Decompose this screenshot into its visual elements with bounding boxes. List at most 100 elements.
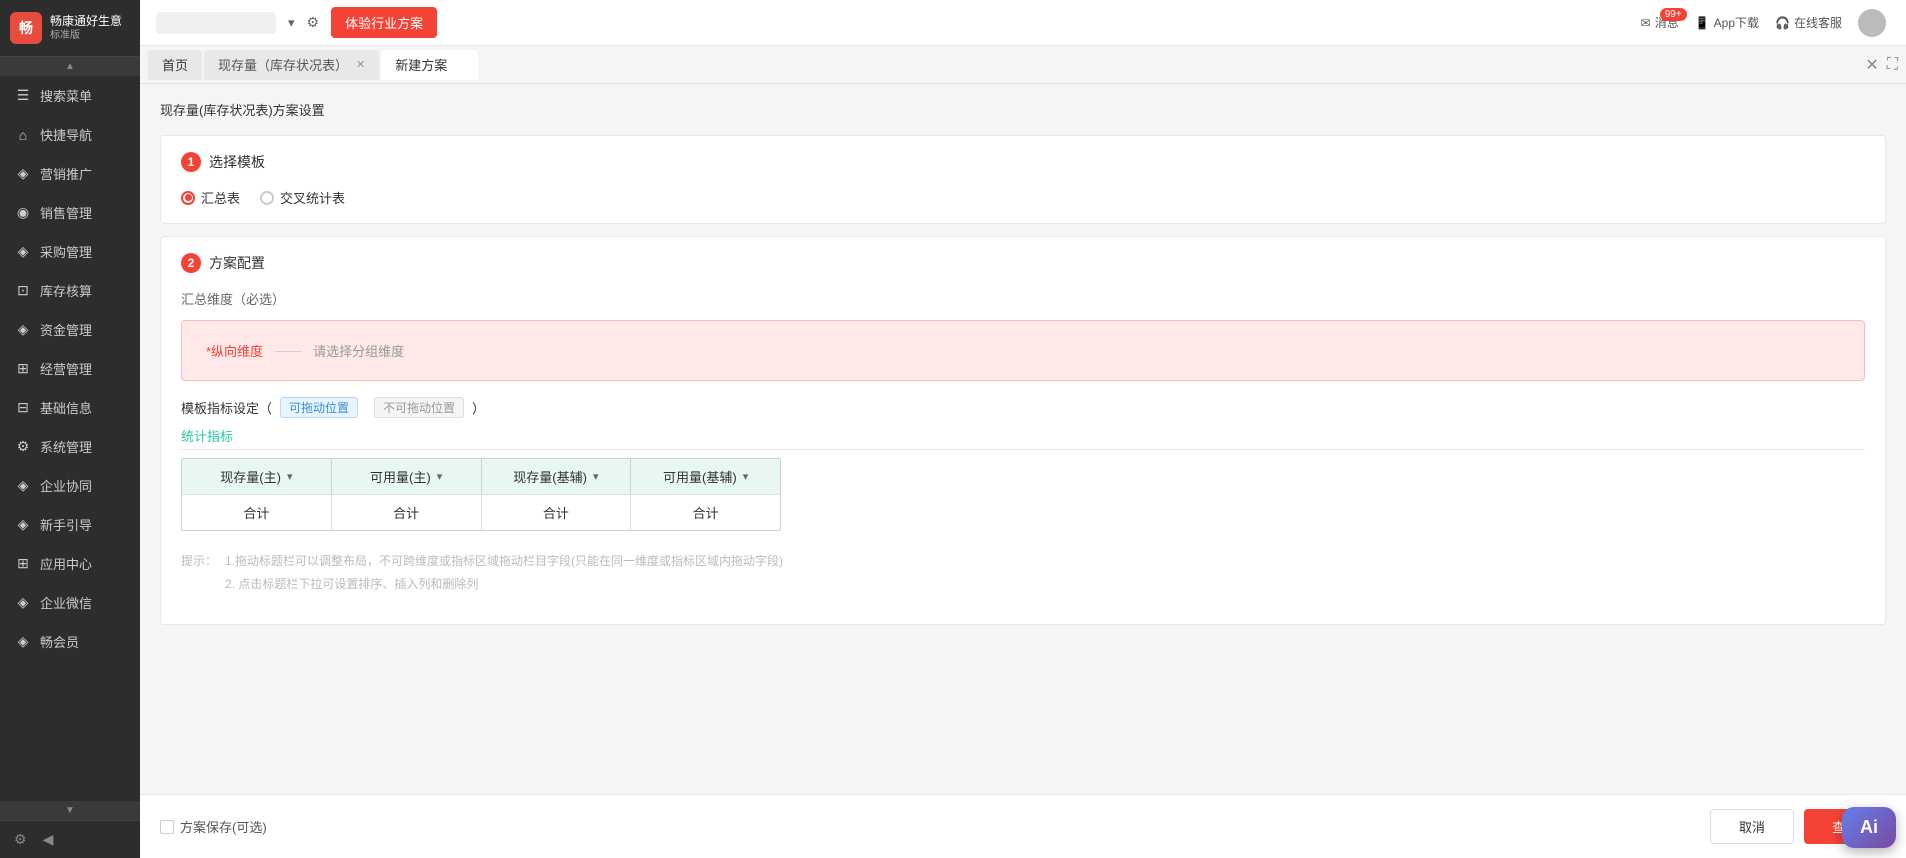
tab-new-plan[interactable]: 新建方案 ✕ <box>381 50 478 80</box>
sidebar-item-basic-info[interactable]: ⊟ 基础信息 <box>0 388 140 427</box>
col-chevron-0[interactable]: ▾ <box>287 470 293 483</box>
cta-button[interactable]: 体验行业方案 <box>331 7 437 38</box>
topbar-dropdown-icon[interactable]: ▾ <box>288 15 295 31</box>
sidebar-item-cooperation[interactable]: ◈ 企业协同 <box>0 466 140 505</box>
user-avatar <box>1858 9 1886 37</box>
sidebar-item-purchase[interactable]: ◈ 采购管理 <box>0 232 140 271</box>
col-name-0: 现存量(主) <box>220 467 281 486</box>
indicator-settings: 模板指标设定（ 可拖动位置 不可拖动位置 ） <box>181 397 1865 418</box>
audio-bottom-icon[interactable]: ◀ <box>43 831 54 848</box>
tab-close-all-icon[interactable]: ✕ <box>1865 55 1878 75</box>
system-icon: ⚙ <box>14 438 32 455</box>
col-header-3[interactable]: 可用量(基辅) ▾ <box>631 459 780 494</box>
cancel-button[interactable]: 取消 <box>1710 809 1794 844</box>
radio-summary-label: 汇总表 <box>201 188 240 207</box>
table-header-row: 现存量(主) ▾ 可用量(主) ▾ 现存量(基辅) ▾ 可用量(基辅) <box>182 459 780 494</box>
tab-new-close[interactable]: ✕ <box>455 58 464 71</box>
sidebar-item-inventory[interactable]: ⊡ 库存核算 <box>0 271 140 310</box>
draggable-badge: 可拖动位置 <box>280 397 358 418</box>
messages-button[interactable]: ✉ 消息 99+ <box>1641 14 1679 31</box>
tip-text-1: 2. 点击标题栏下拉可设置排序、插入列和删除列 <box>225 575 478 592</box>
col-chevron-3[interactable]: ▾ <box>743 470 749 483</box>
radio-cross-circle <box>260 191 274 205</box>
app-center-icon: ⊞ <box>14 555 32 572</box>
sales-icon: ◉ <box>14 204 32 221</box>
col-header-0[interactable]: 现存量(主) ▾ <box>182 459 332 494</box>
sidebar-item-label: 营销推广 <box>40 164 92 183</box>
sidebar-scroll-up[interactable]: ▲ <box>0 57 140 76</box>
tab-expand-icon[interactable]: ⛶ <box>1887 56 1898 74</box>
settings-bottom-icon[interactable]: ⚙ <box>14 831 27 848</box>
messages-badge: 99+ <box>1660 8 1687 21</box>
topbar-right: ✉ 消息 99+ 📱 App下载 🎧 在线客服 <box>1641 9 1890 37</box>
content-area: 现存量(库存状况表)方案设置 1 选择模板 汇总表 交叉统计表 2 <box>140 84 1906 794</box>
col-name-3: 可用量(基辅) <box>663 467 737 486</box>
tab-inventory[interactable]: 现存量（库存状况表） ✕ <box>204 50 379 80</box>
sidebar-item-member[interactable]: ◈ 畅会员 <box>0 622 140 661</box>
template-radio-group: 汇总表 交叉统计表 <box>181 188 1865 207</box>
page-title: 现存量(库存状况表)方案设置 <box>160 100 1886 119</box>
app-download-button[interactable]: 📱 App下载 <box>1695 14 1759 31</box>
sidebar-item-label: 资金管理 <box>40 320 92 339</box>
topbar-gear-icon[interactable]: ⚙ <box>307 14 320 31</box>
tab-home[interactable]: 首页 <box>148 50 202 80</box>
sidebar-bottom: ⚙ ◀ <box>0 820 140 858</box>
sidebar-item-label: 新手引导 <box>40 515 92 534</box>
sidebar-item-label: 搜索菜单 <box>40 86 92 105</box>
save-checkbox[interactable]: 方案保存(可选) <box>160 817 267 836</box>
col-header-1[interactable]: 可用量(主) ▾ <box>332 459 482 494</box>
tip-item-0: 提示： 1.拖动标题栏可以调整布局，不可跨维度或指标区域拖动栏目字段(只能在同一… <box>181 552 1865 569</box>
sidebar-item-marketing[interactable]: ◈ 营销推广 <box>0 154 140 193</box>
sidebar-item-app-center[interactable]: ⊞ 应用中心 <box>0 544 140 583</box>
sidebar-item-guide[interactable]: ◈ 新手引导 <box>0 505 140 544</box>
tab-inventory-close[interactable]: ✕ <box>356 58 365 71</box>
step2-badge: 2 <box>181 253 201 273</box>
footer: 方案保存(可选) 取消 查询 <box>140 794 1906 858</box>
col-chevron-2[interactable]: ▾ <box>593 470 599 483</box>
app-download-label: App下载 <box>1714 14 1759 31</box>
sidebar-item-finance[interactable]: ◈ 资金管理 <box>0 310 140 349</box>
tab-home-label: 首页 <box>162 55 188 74</box>
finance-icon: ◈ <box>14 321 32 338</box>
dimension-required-area[interactable]: *纵向维度 —— 请选择分组维度 <box>181 320 1865 381</box>
app-download-icon: 📱 <box>1695 16 1710 30</box>
operations-icon: ⊞ <box>14 360 32 377</box>
home-icon: ⌂ <box>14 127 32 143</box>
step1-title: 选择模板 <box>209 152 265 172</box>
radio-summary-circle <box>181 191 195 205</box>
basic-info-icon: ⊟ <box>14 399 32 416</box>
step2-title: 方案配置 <box>209 253 265 273</box>
sidebar-item-wechat[interactable]: ◈ 企业微信 <box>0 583 140 622</box>
ai-float-button[interactable]: Ai <box>1842 807 1896 848</box>
stats-section: 统计指标 现存量(主) ▾ 可用量(主) ▾ 现存量(基辅) <box>181 426 1865 534</box>
online-service-button[interactable]: 🎧 在线客服 <box>1775 14 1842 31</box>
sidebar-item-label: 企业协同 <box>40 476 92 495</box>
tip-item-1: 2. 点击标题栏下拉可设置排序、插入列和删除列 <box>181 575 1865 592</box>
guide-icon: ◈ <box>14 516 32 533</box>
col-header-2[interactable]: 现存量(基辅) ▾ <box>482 459 632 494</box>
sidebar-item-sales[interactable]: ◉ 销售管理 <box>0 193 140 232</box>
inventory-icon: ⊡ <box>14 282 32 299</box>
topbar-search-input[interactable] <box>156 12 276 34</box>
col-name-2: 现存量(基辅) <box>513 467 587 486</box>
col-data-1: 合计 <box>332 495 482 530</box>
tab-new-label: 新建方案 <box>395 55 447 74</box>
sidebar-item-system[interactable]: ⚙ 系统管理 <box>0 427 140 466</box>
sidebar-item-quicknav[interactable]: ⌂ 快捷导航 <box>0 115 140 154</box>
sidebar-item-operations[interactable]: ⊞ 经营管理 <box>0 349 140 388</box>
step1-badge: 1 <box>181 152 201 172</box>
radio-cross-table[interactable]: 交叉统计表 <box>260 188 345 207</box>
sidebar-item-search[interactable]: ☰ 搜索菜单 <box>0 76 140 115</box>
tab-inventory-label: 现存量（库存状况表） <box>218 55 348 74</box>
sidebar-scroll-down[interactable]: ▼ <box>0 801 140 820</box>
sidebar-item-label: 畅会员 <box>40 632 79 651</box>
purchase-icon: ◈ <box>14 243 32 260</box>
radio-summary-table[interactable]: 汇总表 <box>181 188 240 207</box>
indicator-label-prefix: 模板指标设定（ <box>181 398 272 417</box>
col-chevron-1[interactable]: ▾ <box>437 470 443 483</box>
step2-card: 2 方案配置 汇总维度（必选） *纵向维度 —— 请选择分组维度 模板指标设定（… <box>160 236 1886 625</box>
step1-header: 1 选择模板 <box>181 152 1865 172</box>
user-avatar-button[interactable] <box>1858 9 1890 37</box>
indicator-settings-label: 模板指标设定（ 可拖动位置 不可拖动位置 ） <box>181 397 1865 418</box>
save-checkbox-label: 方案保存(可选) <box>180 817 267 836</box>
